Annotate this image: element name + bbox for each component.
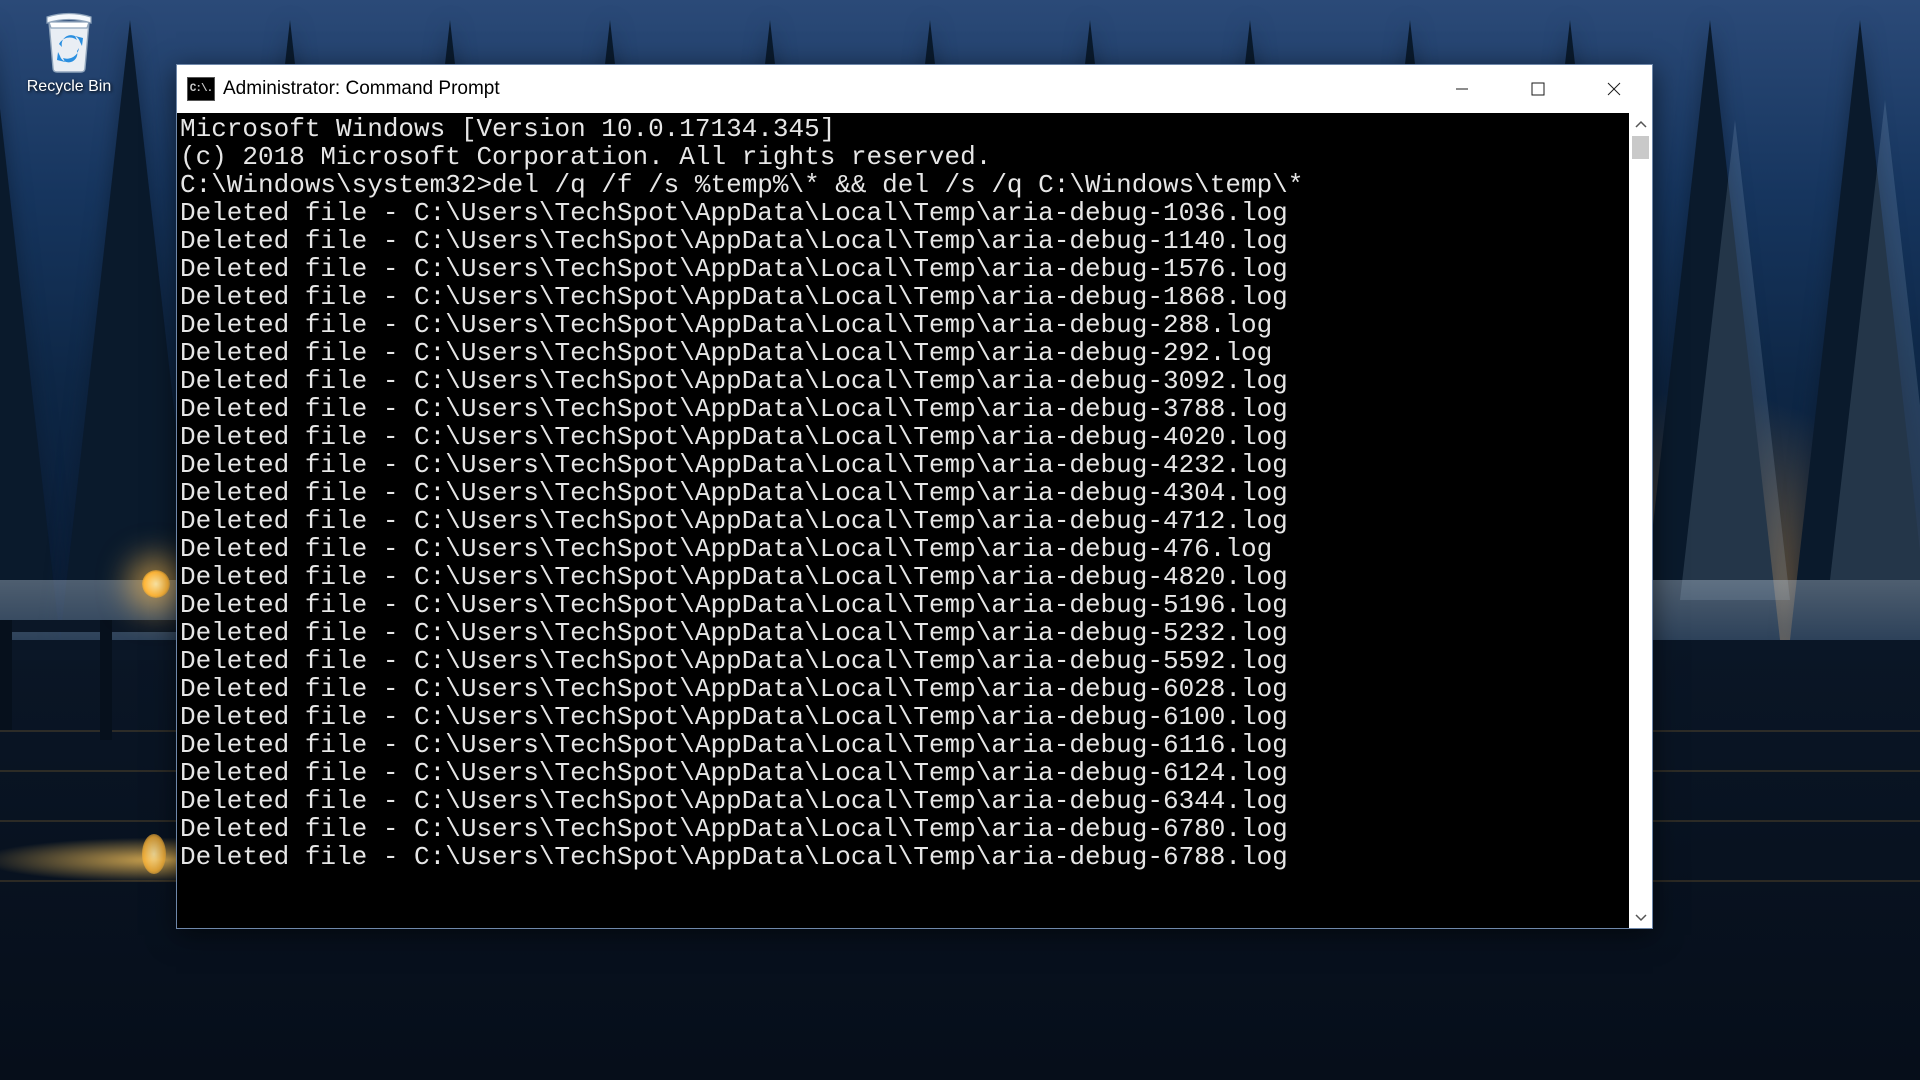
console-line: Deleted file - C:\Users\TechSpot\AppData… xyxy=(180,759,1629,787)
maximize-icon xyxy=(1530,81,1546,97)
wallpaper-lamp-reflection xyxy=(142,834,166,874)
recycle-bin[interactable]: Recycle Bin xyxy=(14,6,124,96)
window-title: Administrator: Command Prompt xyxy=(223,78,500,100)
minimize-button[interactable] xyxy=(1424,65,1500,113)
console-area: Microsoft Windows [Version 10.0.17134.34… xyxy=(177,113,1652,928)
close-button[interactable] xyxy=(1576,65,1652,113)
console-output[interactable]: Microsoft Windows [Version 10.0.17134.34… xyxy=(177,113,1629,928)
command-prompt-window: C:\. Administrator: Command Prompt Micro… xyxy=(176,64,1653,929)
console-line: (c) 2018 Microsoft Corporation. All righ… xyxy=(180,143,1629,171)
console-line: Microsoft Windows [Version 10.0.17134.34… xyxy=(180,115,1629,143)
console-line: Deleted file - C:\Users\TechSpot\AppData… xyxy=(180,675,1629,703)
console-line: Deleted file - C:\Users\TechSpot\AppData… xyxy=(180,507,1629,535)
console-line: Deleted file - C:\Users\TechSpot\AppData… xyxy=(180,283,1629,311)
scrollbar-thumb[interactable] xyxy=(1632,136,1649,159)
console-line: Deleted file - C:\Users\TechSpot\AppData… xyxy=(180,563,1629,591)
chevron-up-icon xyxy=(1635,119,1647,131)
console-line: Deleted file - C:\Users\TechSpot\AppData… xyxy=(180,787,1629,815)
console-line: Deleted file - C:\Users\TechSpot\AppData… xyxy=(180,367,1629,395)
console-line: Deleted file - C:\Users\TechSpot\AppData… xyxy=(180,199,1629,227)
console-line: Deleted file - C:\Users\TechSpot\AppData… xyxy=(180,339,1629,367)
console-line: Deleted file - C:\Users\TechSpot\AppData… xyxy=(180,619,1629,647)
window-controls xyxy=(1424,65,1652,113)
console-line: Deleted file - C:\Users\TechSpot\AppData… xyxy=(180,395,1629,423)
console-line: Deleted file - C:\Users\TechSpot\AppData… xyxy=(180,423,1629,451)
console-line: Deleted file - C:\Users\TechSpot\AppData… xyxy=(180,227,1629,255)
recycle-bin-icon xyxy=(35,6,103,76)
console-line: C:\Windows\system32>del /q /f /s %temp%\… xyxy=(180,171,1629,199)
console-line: Deleted file - C:\Users\TechSpot\AppData… xyxy=(180,591,1629,619)
scroll-up-button[interactable] xyxy=(1629,113,1652,136)
vertical-scrollbar[interactable] xyxy=(1629,113,1652,928)
console-line: Deleted file - C:\Users\TechSpot\AppData… xyxy=(180,703,1629,731)
console-line: Deleted file - C:\Users\TechSpot\AppData… xyxy=(180,479,1629,507)
console-line: Deleted file - C:\Users\TechSpot\AppData… xyxy=(180,815,1629,843)
titlebar[interactable]: C:\. Administrator: Command Prompt xyxy=(177,65,1652,113)
cmd-app-icon-text: C:\. xyxy=(190,84,212,95)
console-line: Deleted file - C:\Users\TechSpot\AppData… xyxy=(180,451,1629,479)
console-line: Deleted file - C:\Users\TechSpot\AppData… xyxy=(180,843,1629,871)
console-line: Deleted file - C:\Users\TechSpot\AppData… xyxy=(180,255,1629,283)
minimize-icon xyxy=(1454,81,1470,97)
recycle-bin-label: Recycle Bin xyxy=(14,78,124,96)
wallpaper-lamp-icon xyxy=(142,570,170,598)
maximize-button[interactable] xyxy=(1500,65,1576,113)
scroll-down-button[interactable] xyxy=(1629,905,1652,928)
console-line: Deleted file - C:\Users\TechSpot\AppData… xyxy=(180,647,1629,675)
scrollbar-track[interactable] xyxy=(1629,136,1652,905)
close-icon xyxy=(1606,81,1622,97)
console-line: Deleted file - C:\Users\TechSpot\AppData… xyxy=(180,311,1629,339)
console-line: Deleted file - C:\Users\TechSpot\AppData… xyxy=(180,731,1629,759)
console-line: Deleted file - C:\Users\TechSpot\AppData… xyxy=(180,535,1629,563)
chevron-down-icon xyxy=(1635,911,1647,923)
cmd-app-icon: C:\. xyxy=(187,77,215,101)
